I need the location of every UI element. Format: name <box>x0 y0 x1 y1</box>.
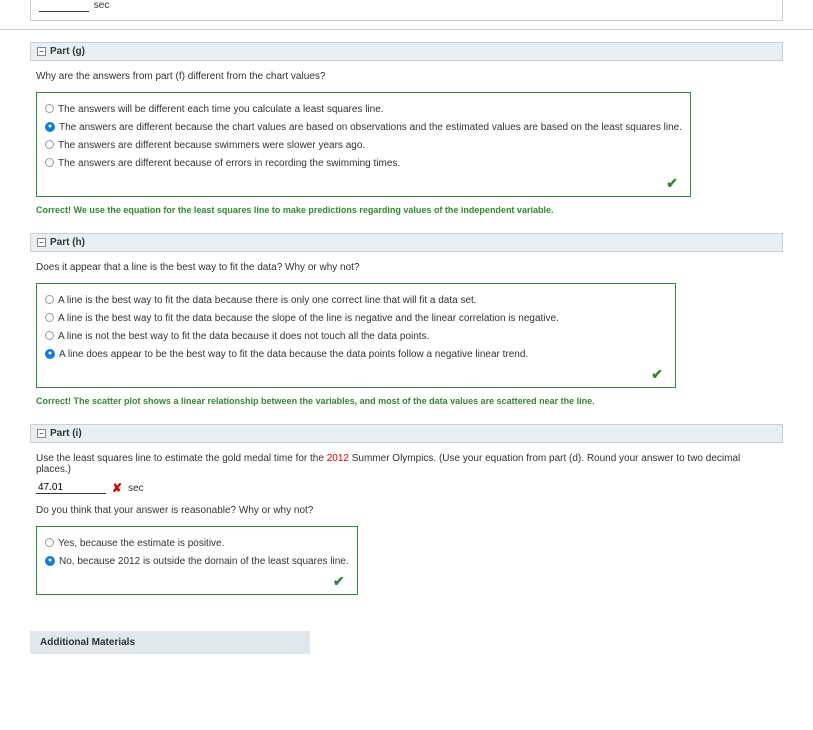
option-label: The answers are different because the ch… <box>59 121 682 135</box>
part-h-title: Part (h) <box>50 237 85 248</box>
radio-icon[interactable] <box>45 538 54 547</box>
part-g-feedback: Correct! We use the equation for the lea… <box>36 205 777 215</box>
part-h-option-1[interactable]: A line is the best way to fit the data b… <box>45 312 667 326</box>
part-h-body: Does it appear that a line is the best w… <box>30 252 783 412</box>
prev-answer-input[interactable] <box>39 0 89 12</box>
part-g-header[interactable]: – Part (g) <box>30 42 783 61</box>
part-h-option-0[interactable]: A line is the best way to fit the data b… <box>45 294 667 308</box>
part-h-options: A line is the best way to fit the data b… <box>36 283 676 388</box>
part-g-option-2[interactable]: The answers are different because swimme… <box>45 139 682 153</box>
radio-icon[interactable] <box>45 313 54 322</box>
radio-icon[interactable] <box>45 104 54 113</box>
previous-part-fragment: sec <box>30 0 783 21</box>
radio-selected-icon[interactable]: ● <box>45 556 55 566</box>
part-h-section: – Part (h) Does it appear that a line is… <box>30 233 783 412</box>
part-g-options: The answers will be different each time … <box>36 92 691 197</box>
cross-icon: ✘ <box>112 481 122 495</box>
part-h-question: Does it appear that a line is the best w… <box>36 262 777 273</box>
page-container: sec – Part (g) Why are the answers from … <box>0 0 813 674</box>
option-label: Yes, because the estimate is positive. <box>58 537 224 551</box>
part-g-question: Why are the answers from part (f) differ… <box>36 71 777 82</box>
part-i-option-1[interactable]: ● No, because 2012 is outside the domain… <box>45 555 349 569</box>
radio-icon[interactable] <box>45 140 54 149</box>
option-label: No, because 2012 is outside the domain o… <box>59 555 349 569</box>
part-i-question-2: Do you think that your answer is reasona… <box>36 505 777 516</box>
check-icon: ✔ <box>45 573 349 590</box>
part-h-feedback: Correct! The scatter plot shows a linear… <box>36 396 777 406</box>
collapse-icon[interactable]: – <box>37 238 46 247</box>
check-icon: ✔ <box>45 366 667 383</box>
part-h-header[interactable]: – Part (h) <box>30 233 783 252</box>
option-label: A line is the best way to fit the data b… <box>58 312 559 326</box>
option-label: The answers are different because swimme… <box>58 139 365 153</box>
part-g-title: Part (g) <box>50 46 85 57</box>
option-label: The answers will be different each time … <box>58 103 384 117</box>
option-label: A line is not the best way to fit the da… <box>58 330 429 344</box>
radio-icon[interactable] <box>45 295 54 304</box>
collapse-icon[interactable]: – <box>37 429 46 438</box>
radio-icon[interactable] <box>45 158 54 167</box>
sec-label: sec <box>128 483 144 494</box>
part-g-option-1[interactable]: ● The answers are different because the … <box>45 121 682 135</box>
additional-materials-header[interactable]: Additional Materials <box>30 631 310 654</box>
sec-label: sec <box>94 0 110 11</box>
part-i-header[interactable]: – Part (i) <box>30 424 783 443</box>
option-label: The answers are different because of err… <box>58 157 400 171</box>
part-i-body: Use the least squares line to estimate t… <box>30 443 783 601</box>
radio-icon[interactable] <box>45 331 54 340</box>
part-i-options: Yes, because the estimate is positive. ●… <box>36 526 358 595</box>
radio-selected-icon[interactable]: ● <box>45 349 55 359</box>
option-label: A line does appear to be the best way to… <box>59 348 528 362</box>
part-h-option-2[interactable]: A line is not the best way to fit the da… <box>45 330 667 344</box>
check-icon: ✔ <box>45 175 682 192</box>
q1-before: Use the least squares line to estimate t… <box>36 453 327 464</box>
divider <box>0 29 813 30</box>
collapse-icon[interactable]: – <box>37 47 46 56</box>
part-g-option-0[interactable]: The answers will be different each time … <box>45 103 682 117</box>
part-i-option-0[interactable]: Yes, because the estimate is positive. <box>45 537 349 551</box>
part-i-section: – Part (i) Use the least squares line to… <box>30 424 783 601</box>
estimate-input[interactable] <box>36 482 106 494</box>
part-g-body: Why are the answers from part (f) differ… <box>30 61 783 221</box>
radio-selected-icon[interactable]: ● <box>45 122 55 132</box>
answer-line: ✘ sec <box>36 481 777 495</box>
option-label: A line is the best way to fit the data b… <box>58 294 477 308</box>
part-h-option-3[interactable]: ● A line does appear to be the best way … <box>45 348 667 362</box>
year-highlight: 2012 <box>327 453 349 464</box>
part-g-section: – Part (g) Why are the answers from part… <box>30 42 783 221</box>
part-i-question-1: Use the least squares line to estimate t… <box>36 453 777 475</box>
additional-title: Additional Materials <box>40 637 135 648</box>
part-g-option-3[interactable]: The answers are different because of err… <box>45 157 682 171</box>
part-i-title: Part (i) <box>50 428 82 439</box>
